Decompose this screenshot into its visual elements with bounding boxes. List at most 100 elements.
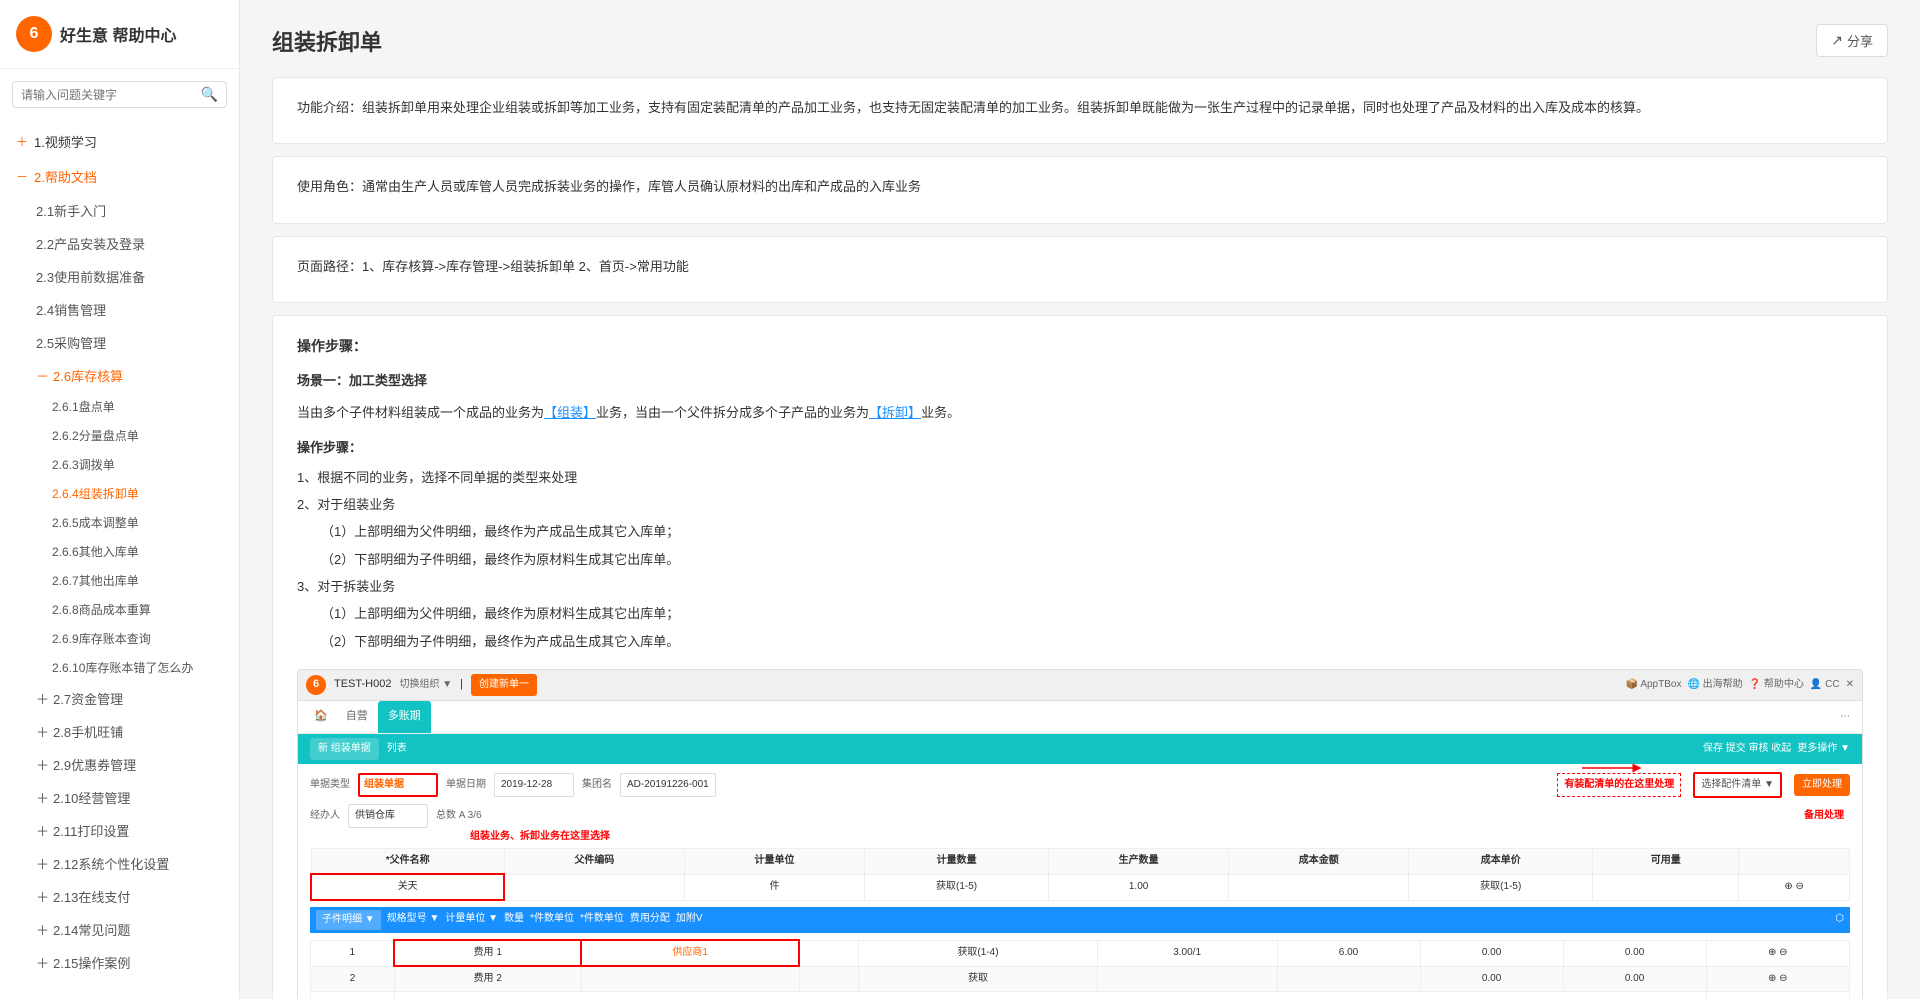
sidebar-item-2-6-7[interactable]: 2.6.7其他出库单	[0, 566, 239, 595]
lower-tab-2[interactable]: 规格型号 ▼	[387, 910, 440, 930]
td-parent-code[interactable]	[504, 874, 684, 900]
th-qty: 计量数量	[865, 849, 1049, 875]
input-doc-type[interactable]: 组装单据	[358, 773, 438, 797]
zhuangpei-link[interactable]: 【组装】	[544, 405, 596, 420]
td-available[interactable]	[1593, 874, 1739, 900]
close-icon[interactable]: ✕	[1846, 676, 1854, 694]
sidebar-item-2-4[interactable]: 2.4销售管理	[0, 293, 239, 326]
search-box[interactable]: 🔍	[12, 81, 227, 108]
app-switch[interactable]: 切换组织 ▼	[399, 676, 452, 694]
lower-tab-5[interactable]: *件数单位	[530, 910, 574, 930]
td-piece-unit2[interactable]: 0.00	[1420, 940, 1563, 966]
doc-more-btn[interactable]: 更多操作 ▼	[1797, 740, 1850, 758]
sidebar-item-docs[interactable]: － 2.帮助文档	[0, 159, 239, 194]
lower-tab-3[interactable]: 计量单位 ▼	[445, 910, 498, 930]
td-row-ops[interactable]: ⊕ ⊖	[1739, 874, 1850, 900]
td-ops2[interactable]: ⊕ ⊖	[1706, 940, 1849, 966]
tab-zizying[interactable]: 自营	[336, 701, 378, 733]
lower-tab-7[interactable]: 费用分配	[630, 910, 670, 930]
sidebar-item-2-13[interactable]: ＋ 2.13在线支付	[0, 880, 239, 913]
td-qty2-2[interactable]	[1097, 966, 1277, 992]
th-parent-name: *父件名称	[311, 849, 504, 875]
confirm-btn[interactable]: 立即处理	[1794, 774, 1850, 796]
lower-tab-8[interactable]: 加附V	[676, 910, 703, 930]
tab-new-doc[interactable]: 新 组装单据	[310, 738, 379, 760]
nav-expand-icon[interactable]: ⋯	[1840, 711, 1850, 722]
sidebar-item-2-6-6[interactable]: 2.6.6其他入库单	[0, 537, 239, 566]
sidebar-item-2-14[interactable]: ＋ 2.14常见问题	[0, 913, 239, 946]
td-spec[interactable]	[799, 940, 858, 966]
td-spec-2[interactable]	[799, 966, 858, 992]
input-operator[interactable]: 供销仓库	[348, 804, 428, 828]
td-fee-2[interactable]: 0.00	[1563, 966, 1706, 992]
step1: 1、根据不同的业务，选择不同单据的类型来处理	[297, 466, 1863, 489]
doc-actions-right: 保存 提交 审核 收起 更多操作 ▼	[1703, 740, 1850, 758]
lower-tab-4[interactable]: 数量	[504, 910, 524, 930]
th-prod-qty: 生产数量	[1049, 849, 1229, 875]
td-fee-alloc[interactable]: 0.00	[1563, 940, 1706, 966]
search-icon[interactable]: 🔍	[201, 86, 218, 103]
lower-tab-active[interactable]: 子件明细 ▼	[316, 910, 381, 930]
sidebar-item-2-5[interactable]: 2.5采购管理	[0, 326, 239, 359]
sidebar-item-2-7[interactable]: ＋ 2.7资金管理	[0, 682, 239, 715]
td-row-num: 1	[311, 940, 395, 966]
chaijian-link[interactable]: 【拆卸】	[869, 405, 921, 420]
sidebar-item-2-1[interactable]: 2.1新手入门	[0, 194, 239, 227]
sidebar-item-2-3[interactable]: 2.3使用前数据准备	[0, 260, 239, 293]
tab-list[interactable]: 列表	[387, 740, 407, 758]
sidebar-item-2-12[interactable]: ＋ 2.12系统个性化设置	[0, 847, 239, 880]
input-select-bom[interactable]: 选择配件清单 ▼	[1693, 772, 1782, 798]
td-ops-3[interactable]: ⊕ ⊖	[1706, 992, 1849, 999]
td-piece-unit1[interactable]: 6.00	[1277, 940, 1420, 966]
td-cost-amt[interactable]	[1229, 874, 1409, 900]
td-ops2-2[interactable]: ⊕ ⊖	[1706, 966, 1849, 992]
th-parent-code: 父件编码	[504, 849, 684, 875]
sidebar-item-2-6-10[interactable]: 2.6.10库存账本错了怎么办	[0, 653, 239, 682]
scene1-desc: 当由多个子件材料组装成一个成品的业务为【组装】业务，当由一个父件拆分成多个子产品…	[297, 401, 1863, 424]
td-child-name-2[interactable]: 费用 2	[394, 966, 581, 992]
sidebar-item-video[interactable]: ＋ 1.视频学习	[0, 124, 239, 159]
sidebar-item-2-6-5[interactable]: 2.6.5成本调整单	[0, 508, 239, 537]
lower-tab-6[interactable]: *件数单位	[580, 910, 624, 930]
sidebar-item-2-6-1[interactable]: 2.6.1盘点单	[0, 392, 239, 421]
sidebar-item-2-9[interactable]: ＋ 2.9优惠券管理	[0, 748, 239, 781]
upper-table-body: 关天 件 获取(1-5) 1.00 获取(1-5) ⊕ ⊖	[311, 874, 1850, 900]
sidebar-item-2-10[interactable]: ＋ 2.10经营管理	[0, 781, 239, 814]
td-unit2-2[interactable]: 获取	[859, 966, 1097, 992]
main-content: 组装拆卸单 ↗ 分享 功能介绍：组装拆卸单用来处理企业组装或拆卸等加工业务，支持…	[240, 0, 1920, 999]
step2-1: （1）上部明细为父件明细，最终作为产成品生成其它入库单；	[321, 520, 1863, 543]
lower-table: 1 费用 1 供应商1 获取(1-4) 3.00/1 6.00 0.00 0.0…	[310, 939, 1850, 999]
td-cost-unit[interactable]: 获取(1-5)	[1409, 874, 1593, 900]
sidebar-item-2-6-2[interactable]: 2.6.2分量盘点单	[0, 421, 239, 450]
input-date[interactable]: 2019-12-28	[494, 773, 574, 797]
sidebar-item-2-6-9[interactable]: 2.6.9库存账本查询	[0, 624, 239, 653]
td-p1-2[interactable]	[1277, 966, 1420, 992]
sidebar-item-2-2[interactable]: 2.2产品安装及登录	[0, 227, 239, 260]
sidebar-item-2-6-4[interactable]: 2.6.4组装拆卸单	[0, 479, 239, 508]
td-qty[interactable]: 获取(1-5)	[865, 874, 1049, 900]
td-prod-qty[interactable]: 1.00	[1049, 874, 1229, 900]
search-input[interactable]	[21, 88, 201, 102]
input-group-id[interactable]: AD-20191226-001	[620, 773, 716, 797]
td-unit2[interactable]: 获取(1-4)	[859, 940, 1097, 966]
td-supplier-2[interactable]	[581, 966, 799, 992]
td-unit[interactable]: 件	[685, 874, 865, 900]
sidebar-item-2-15[interactable]: ＋ 2.15操作案例	[0, 946, 239, 979]
share-button[interactable]: ↗ 分享	[1816, 24, 1888, 57]
tab-duozhangqi[interactable]: 多账期	[378, 701, 431, 733]
td-child-name[interactable]: 费用 1	[394, 940, 581, 966]
sidebar-item-2-6[interactable]: － 2.6库存核算	[0, 359, 239, 392]
sidebar-item-2-6-8[interactable]: 2.6.8商品成本重算	[0, 595, 239, 624]
table-row: 1 费用 1 供应商1 获取(1-4) 3.00/1 6.00 0.00 0.0…	[311, 940, 1850, 966]
expand-icon[interactable]: ⬡	[1835, 910, 1844, 930]
sidebar-item-2-11[interactable]: ＋ 2.11打印设置	[0, 814, 239, 847]
td-parent-name[interactable]: 关天	[311, 874, 504, 900]
td-qty2[interactable]: 3.00/1	[1097, 940, 1277, 966]
td-p2-2[interactable]: 0.00	[1420, 966, 1563, 992]
td-supplier[interactable]: 供应商1	[581, 940, 799, 966]
sidebar-item-2-8[interactable]: ＋ 2.8手机旺铺	[0, 715, 239, 748]
td-empty-3[interactable]	[394, 992, 1706, 999]
sidebar-item-2-6-3[interactable]: 2.6.3调拨单	[0, 450, 239, 479]
app-create-btn[interactable]: 创建新单一	[471, 674, 537, 696]
lower-table-section: 子件明细 ▼ 规格型号 ▼ 计量单位 ▼ 数量 *件数单位 *件数单位 费用分配…	[310, 907, 1850, 999]
